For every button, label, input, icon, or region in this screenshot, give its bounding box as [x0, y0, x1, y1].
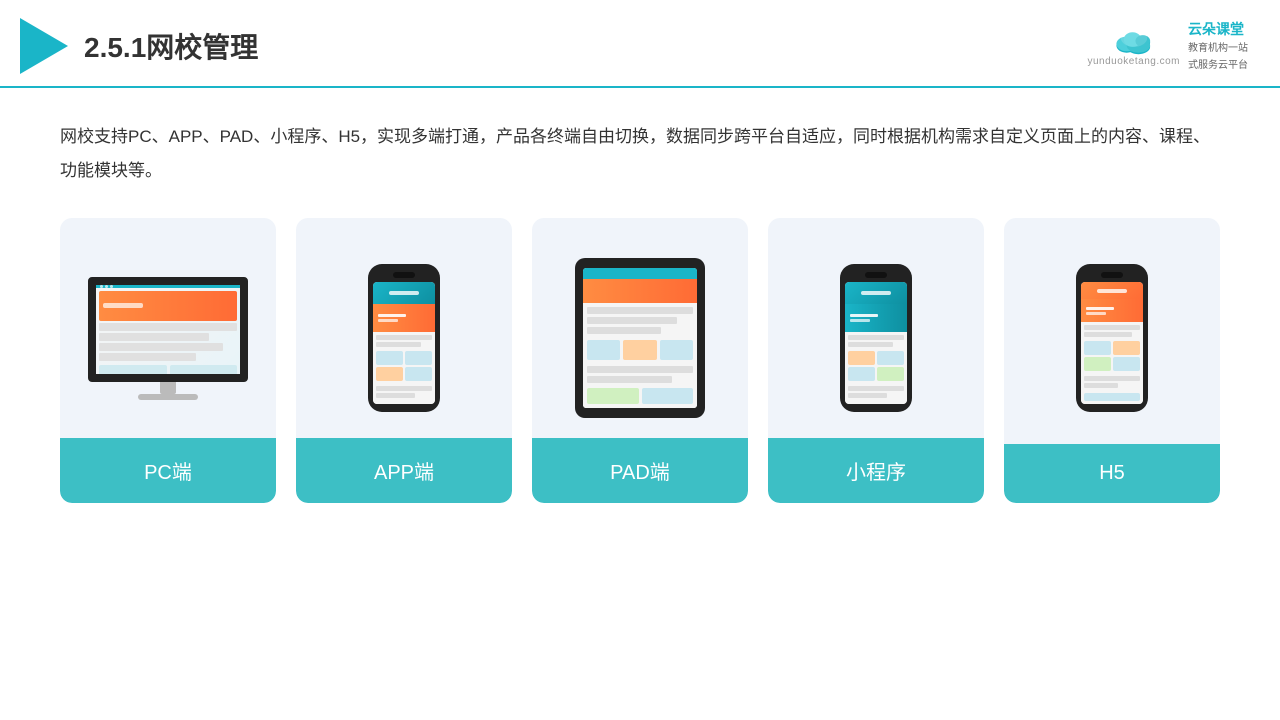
card-miniprogram: 小程序 [768, 218, 984, 503]
logo-triangle-icon [20, 18, 68, 74]
card-h5-label: H5 [1004, 444, 1220, 503]
brand-service: 教育机构一站式服务云平台 [1188, 43, 1248, 71]
card-pad-label: PAD端 [532, 438, 748, 503]
card-h5: H5 [1004, 218, 1220, 503]
tablet-mock [575, 258, 705, 418]
brand-url: yunduoketang.com [1087, 56, 1180, 67]
content: 网校支持PC、APP、PAD、小程序、H5，实现多端打通，产品各终端自由切换，数… [0, 88, 1280, 523]
brand-logo: yunduoketang.com 云朵课堂 教育机构一站式服务云平台 [1087, 19, 1248, 73]
header: 2.5.1网校管理 yunduoketang.com [0, 0, 1280, 88]
card-pad-image [532, 238, 748, 438]
description-text: 网校支持PC、APP、PAD、小程序、H5，实现多端打通，产品各终端自由切换，数… [60, 120, 1220, 188]
card-pc-image [60, 238, 276, 438]
card-h5-image [1004, 238, 1220, 438]
phone-mock-h5 [1076, 264, 1148, 412]
card-app-label: APP端 [296, 438, 512, 503]
card-miniprogram-label: 小程序 [768, 438, 984, 503]
card-pc-label: PC端 [60, 438, 276, 503]
card-app: APP端 [296, 218, 512, 503]
phone-mock-mini [840, 264, 912, 412]
card-miniprogram-image [768, 238, 984, 438]
card-app-image [296, 238, 512, 438]
page-title: 2.5.1网校管理 [84, 26, 258, 66]
card-pad: PAD端 [532, 218, 748, 503]
cloud-icon: yunduoketang.com [1087, 26, 1180, 67]
monitor-screen [88, 277, 248, 382]
header-right: yunduoketang.com 云朵课堂 教育机构一站式服务云平台 [1087, 19, 1248, 73]
brand-name: 云朵课堂 [1188, 21, 1244, 37]
brand-tagline: 云朵课堂 教育机构一站式服务云平台 [1188, 19, 1248, 73]
header-left: 2.5.1网校管理 [20, 18, 258, 74]
phone-mock-app [368, 264, 440, 412]
cards-container: PC端 [60, 218, 1220, 503]
monitor-mock [88, 277, 248, 400]
card-pc: PC端 [60, 218, 276, 503]
